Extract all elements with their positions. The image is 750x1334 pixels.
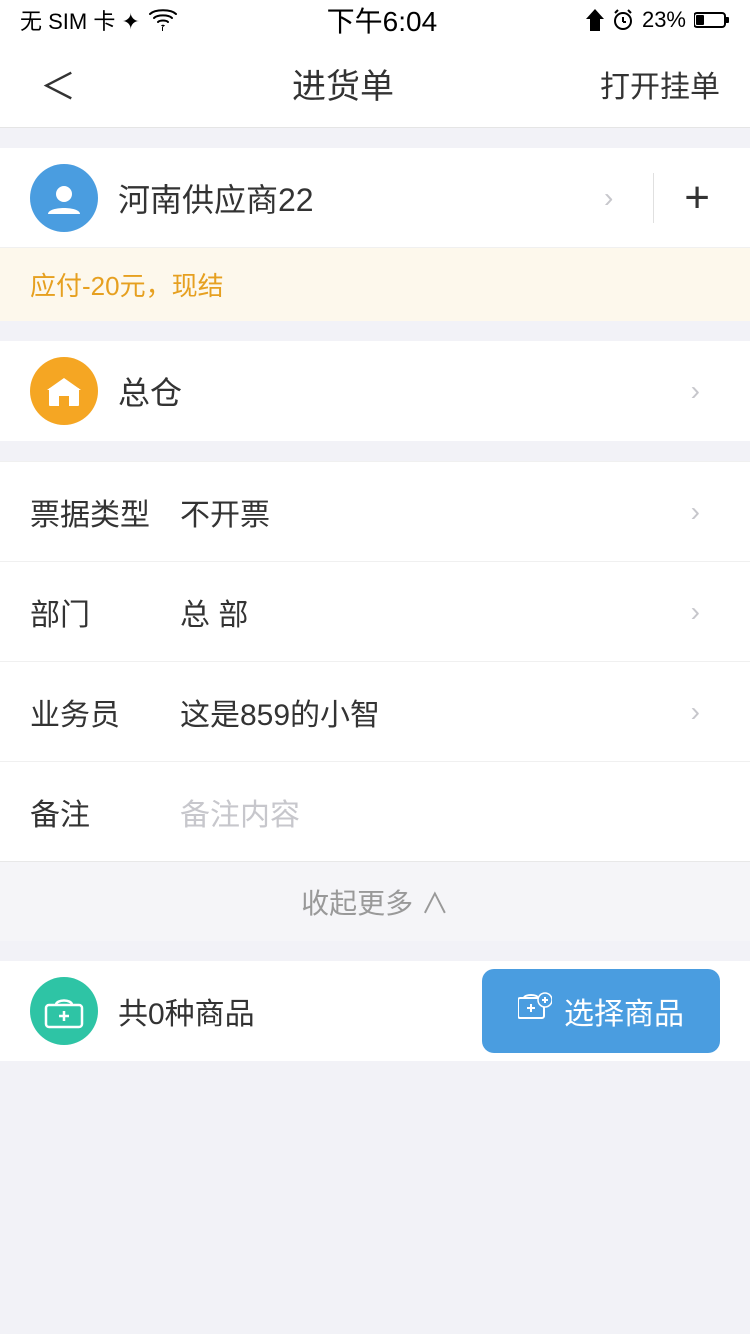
remark-value: 备注内容 <box>160 790 720 834</box>
notice-text: 应付-20元，现结 <box>30 271 224 301</box>
warehouse-section: 总仓 › <box>0 341 750 441</box>
select-product-label: 选择商品 <box>564 989 684 1033</box>
nav-bar: ＜ 进货单 打开挂单 <box>0 40 750 128</box>
product-icon <box>30 977 98 1045</box>
salesperson-chevron-icon: › <box>691 696 700 728</box>
page-title: 进货单 <box>292 59 394 108</box>
remark-row[interactable]: 备注 备注内容 <box>0 761 750 861</box>
back-button[interactable]: ＜ <box>30 48 86 120</box>
status-left: 无 SIM 卡 ✦ <box>20 4 178 36</box>
alarm-icon <box>612 9 634 31</box>
sim-text: 无 SIM 卡 ✦ <box>20 4 140 36</box>
warehouse-icon <box>30 357 98 425</box>
status-right: 23% <box>586 7 730 33</box>
department-label: 部门 <box>30 590 160 634</box>
invoice-type-row[interactable]: 票据类型 不开票 › <box>0 461 750 561</box>
product-bar: 共0种商品 选择商品 <box>0 961 750 1061</box>
warehouse-chevron-icon: › <box>691 375 700 407</box>
salesperson-row[interactable]: 业务员 这是859的小智 › <box>0 661 750 761</box>
form-section: 票据类型 不开票 › 部门 总 部 › 业务员 这是859的小智 › 备注 备注… <box>0 461 750 941</box>
separator-1 <box>0 128 750 148</box>
select-product-button[interactable]: 选择商品 <box>482 969 720 1053</box>
supplier-section: 河南供应商22 › + 应付-20元，现结 <box>0 148 750 321</box>
wifi-icon <box>148 9 178 31</box>
add-supplier-button[interactable]: + <box>674 173 720 223</box>
separator-2 <box>0 321 750 341</box>
collapse-row[interactable]: 收起更多 ∧ <box>0 861 750 941</box>
invoice-type-label: 票据类型 <box>30 490 160 534</box>
department-value: 总 部 <box>160 590 691 634</box>
remark-label: 备注 <box>30 790 160 834</box>
salesperson-label: 业务员 <box>30 690 160 734</box>
invoice-type-value: 不开票 <box>160 490 691 534</box>
invoice-type-chevron-icon: › <box>691 496 700 528</box>
location-icon <box>586 9 604 31</box>
status-bar: 无 SIM 卡 ✦ 下午6:04 23% <box>0 0 750 40</box>
supplier-chevron-icon: › <box>604 182 613 214</box>
supplier-row[interactable]: 河南供应商22 › + <box>0 148 750 248</box>
department-row[interactable]: 部门 总 部 › <box>0 561 750 661</box>
select-product-icon <box>518 992 552 1030</box>
separator-3 <box>0 441 750 461</box>
status-time: 下午6:04 <box>327 0 438 40</box>
battery-icon <box>694 11 730 29</box>
battery-text: 23% <box>642 7 686 33</box>
notice-row: 应付-20元，现结 <box>0 248 750 321</box>
supplier-name: 河南供应商22 <box>118 175 604 221</box>
salesperson-value: 这是859的小智 <box>160 690 691 734</box>
warehouse-row[interactable]: 总仓 › <box>0 341 750 441</box>
department-chevron-icon: › <box>691 596 700 628</box>
product-count: 共0种商品 <box>118 989 482 1033</box>
warehouse-name: 总仓 <box>118 368 691 414</box>
collapse-text: 收起更多 ∧ <box>301 882 449 922</box>
supplier-divider <box>653 173 654 223</box>
supplier-avatar <box>30 164 98 232</box>
open-hang-button[interactable]: 打开挂单 <box>600 62 720 106</box>
